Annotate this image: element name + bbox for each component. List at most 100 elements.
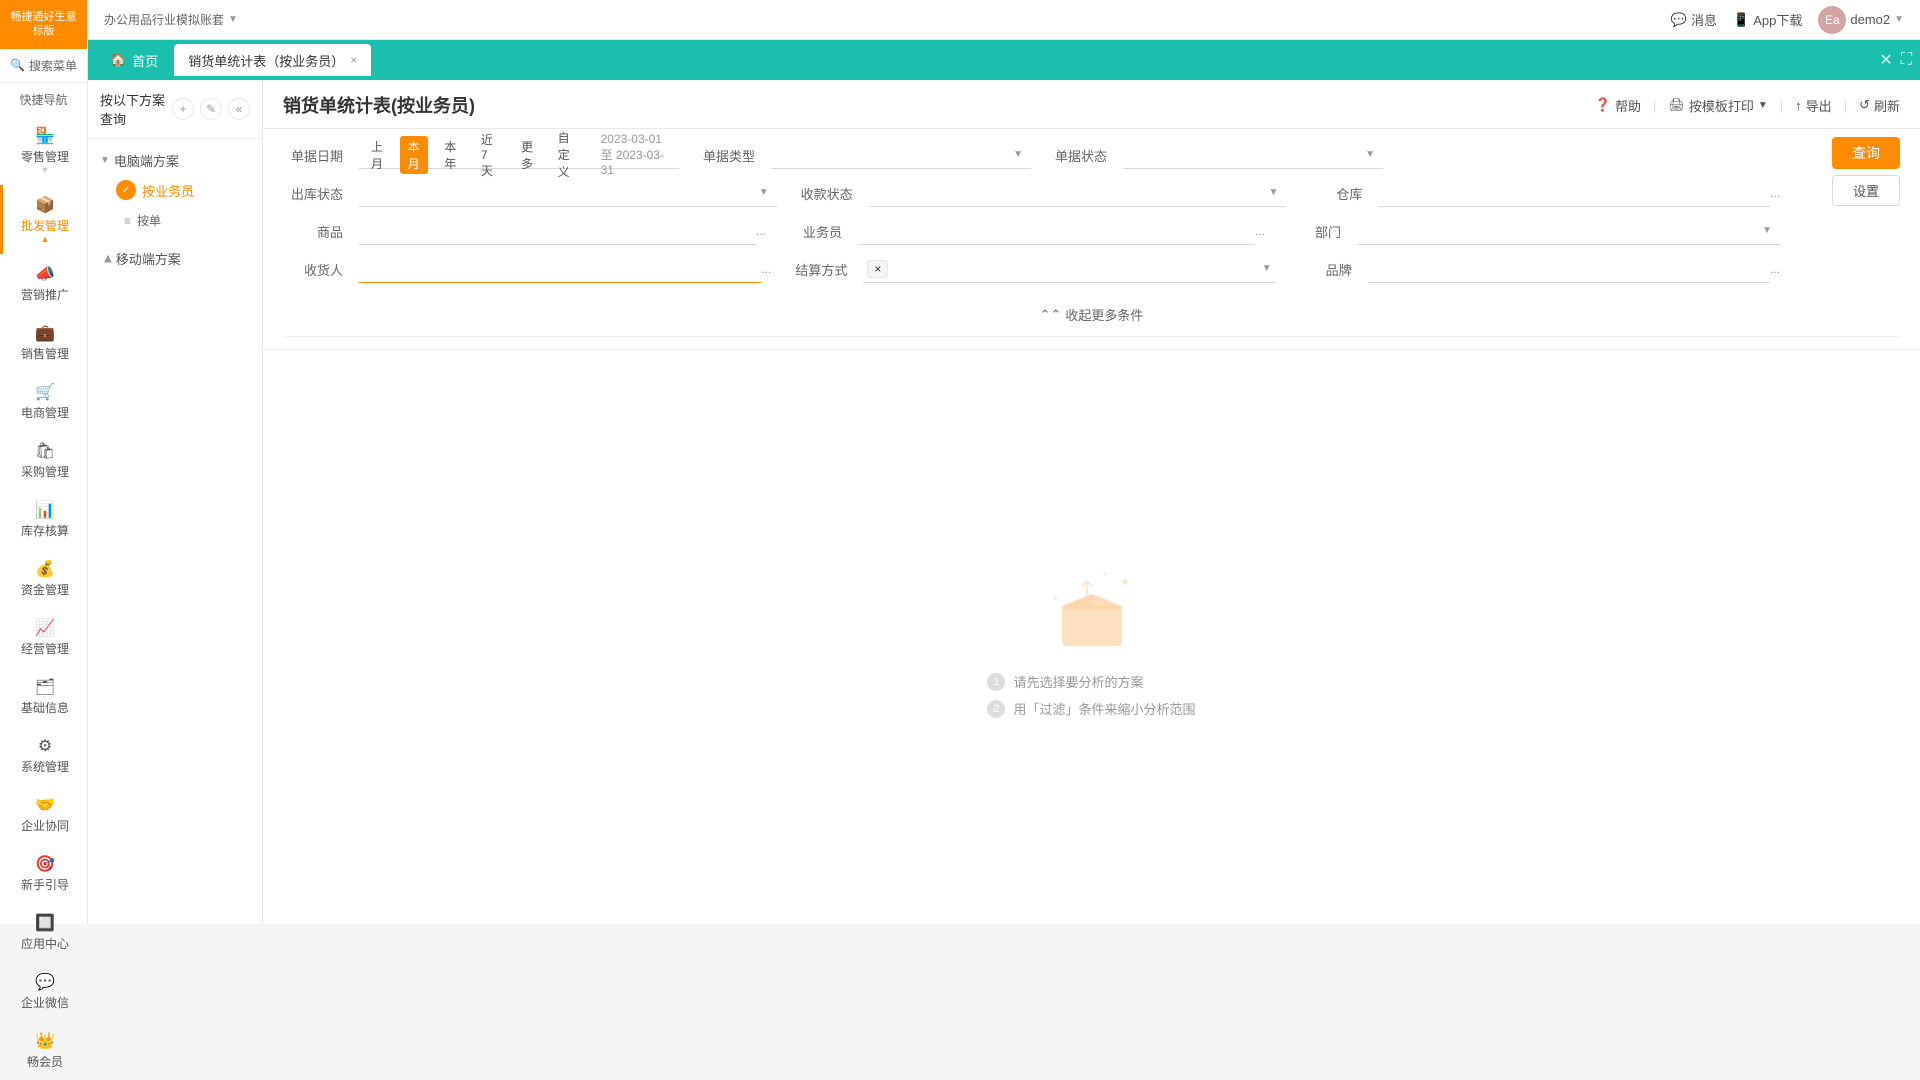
sidebar-item-label: 畅会员 — [27, 1053, 63, 1070]
export-icon: ↑ — [1795, 98, 1802, 113]
edit-scheme-button[interactable]: ✎ — [200, 98, 222, 120]
chevron-down-icon: ▼ — [41, 165, 50, 175]
message-button[interactable]: 💬 消息 — [1671, 10, 1717, 29]
sidebar-item-enterprise[interactable]: 🤝 企业协同 — [0, 785, 87, 844]
sidebar-item-basic[interactable]: 🗂 基础信息 — [0, 667, 87, 726]
tab-maximize-button[interactable]: ⛶ — [1901, 51, 1912, 69]
sales-icon: 💼 — [35, 323, 55, 343]
doc-type-dropdown[interactable]: ▼ — [771, 141, 1031, 169]
receiver-input[interactable] — [359, 255, 761, 283]
filter-row-1: 单据日期 上月 本月 本年 近7天 更多 自定义 2023-03-01 至 20… — [283, 141, 1900, 169]
collapse-icon: ⌃⌃ — [1040, 307, 1062, 323]
chevron-down-icon: ▼ — [1013, 149, 1023, 160]
template-print-button[interactable]: 🖨 按模板打印 ▼ — [1668, 96, 1767, 115]
sidebar-item-retail[interactable]: 🏪 零售管理 ▼ — [0, 116, 87, 185]
finance-icon: 💰 — [35, 559, 55, 579]
chevron-down-icon: ▼ — [1268, 187, 1278, 198]
sidebar-search[interactable]: 🔍 搜索菜单 — [0, 49, 87, 83]
sidebar-item-label: 系统管理 — [21, 758, 69, 775]
receiver-more-icon[interactable]: ... — [761, 262, 771, 276]
collapse-row: ⌃⌃ 收起更多条件 — [283, 293, 1900, 337]
message-icon: 💬 — [1671, 12, 1687, 28]
export-button[interactable]: ↑ 导出 — [1795, 96, 1832, 115]
help-button[interactable]: ❓ 帮助 — [1595, 96, 1641, 115]
mobile-scheme-group[interactable]: ▶ 移动端方案 — [88, 243, 262, 274]
tab-sales-stats[interactable]: 销货单统计表（按业务员） × — [174, 44, 371, 76]
desktop-scheme-group: ▼ 电脑端方案 ✓ 按业务员 ≡ 按单 — [88, 139, 262, 243]
tab-close-button[interactable]: × — [350, 53, 357, 67]
app-download-button[interactable]: 📱 App下载 — [1733, 10, 1802, 29]
quick-nav[interactable]: 快捷导航 — [0, 83, 87, 116]
date-btn-custom[interactable]: 自定义 — [550, 127, 585, 182]
sidebar-item-operations[interactable]: 📈 经营管理 — [0, 608, 87, 667]
chevron-down-icon: ▼ — [1758, 100, 1768, 111]
doc-status-dropdown[interactable]: ▼ — [1123, 141, 1383, 169]
template-print-label: 按模板打印 — [1689, 96, 1754, 115]
collapse-button[interactable]: ⌃⌃ 收起更多条件 — [1028, 301, 1156, 328]
scheme-by-order[interactable]: ≡ 按单 — [88, 206, 262, 235]
product-input[interactable] — [359, 217, 756, 245]
sidebar-item-wholesale[interactable]: 📦 批发管理 ▲ — [0, 185, 87, 254]
date-btn-last-month[interactable]: 上月 — [363, 136, 392, 174]
receiver-label: 收货人 — [283, 260, 343, 279]
warehouse-input[interactable] — [1378, 179, 1770, 207]
date-btn-this-month[interactable]: 本月 — [400, 136, 429, 174]
sidebar-item-finance[interactable]: 💰 资金管理 — [0, 549, 87, 608]
search-icon: 🔍 — [10, 58, 25, 72]
purchase-icon: 🛍 — [35, 441, 55, 461]
refresh-button[interactable]: ↺ 刷新 — [1859, 96, 1900, 115]
left-panel-tools: + ✎ « — [172, 98, 250, 120]
svg-text:✦: ✦ — [1120, 575, 1130, 589]
message-label: 消息 — [1691, 10, 1717, 29]
sidebar-item-appstore[interactable]: 🔲 应用中心 — [0, 903, 87, 962]
salesperson-label: 业务员 — [782, 222, 842, 241]
chevron-down-icon: ▼ — [228, 14, 238, 25]
product-more-icon[interactable]: ... — [756, 224, 766, 238]
user-menu[interactable]: Ea demo2 ▼ — [1818, 6, 1904, 34]
sidebar-item-wechat[interactable]: 💬 企业微信 — [0, 962, 87, 1021]
sidebar-item-inventory[interactable]: 📊 库存核算 — [0, 490, 87, 549]
tab-home[interactable]: 🏠 首页 — [96, 44, 172, 76]
tab-close-all-button[interactable]: ✕ — [1879, 50, 1892, 70]
sidebar-item-ecommerce[interactable]: 🛒 电商管理 — [0, 372, 87, 431]
ecommerce-icon: 🛒 — [35, 382, 55, 402]
query-button[interactable]: 查询 — [1832, 137, 1900, 169]
search-label: 搜索菜单 — [29, 57, 77, 74]
brand-label: 品牌 — [1292, 260, 1352, 279]
add-scheme-button[interactable]: + — [172, 98, 194, 120]
sidebar-item-system[interactable]: ⚙ 系统管理 — [0, 726, 87, 785]
sidebar-item-marketing[interactable]: 📣 营销推广 — [0, 254, 87, 313]
divider1: | — [1653, 98, 1656, 113]
help-icon: ❓ — [1595, 97, 1611, 113]
date-btn-more[interactable]: 更多 — [513, 136, 542, 174]
salesperson-input[interactable] — [858, 217, 1255, 245]
sidebar-item-label: 经营管理 — [21, 640, 69, 657]
collapse-panel-button[interactable]: « — [228, 98, 250, 120]
sidebar-item-label: 采购管理 — [21, 463, 69, 480]
sidebar-item-purchase[interactable]: 🛍 采购管理 — [0, 431, 87, 490]
tab-active-label: 销货单统计表（按业务员） — [188, 51, 344, 70]
chevron-down-icon: ▼ — [1894, 14, 1904, 25]
payment-dropdown[interactable]: ▼ — [869, 179, 1287, 207]
filter-row-3: 商品 ... 业务员 ... 部门 ▼ — [283, 217, 1900, 245]
system-icon: ⚙ — [38, 736, 52, 756]
sidebar-item-label: 应用中心 — [21, 935, 69, 952]
settlement-tag-value: × — [874, 262, 881, 276]
sidebar-item-member[interactable]: 👑 畅会员 — [0, 1021, 87, 1080]
department-dropdown[interactable]: ▼ — [1357, 217, 1780, 245]
settings-button[interactable]: 设置 — [1832, 175, 1900, 206]
brand-input[interactable] — [1368, 255, 1770, 283]
payment-label: 收款状态 — [793, 184, 853, 203]
warehouse-more-icon[interactable]: ... — [1770, 186, 1780, 200]
sidebar-item-label: 电商管理 — [21, 404, 69, 421]
date-btn-last-7days[interactable]: 近7天 — [473, 129, 505, 181]
sidebar-item-newbie[interactable]: 🎯 新手引导 — [0, 844, 87, 903]
scheme-by-salesperson[interactable]: ✓ 按业务员 — [88, 174, 262, 206]
home-icon: 🏠 — [110, 52, 126, 68]
date-btn-this-year[interactable]: 本年 — [436, 136, 465, 174]
desktop-group-toggle[interactable]: ▼ 电脑端方案 — [88, 147, 262, 174]
salesperson-more-icon[interactable]: ... — [1255, 224, 1265, 238]
brand-more-icon[interactable]: ... — [1770, 262, 1780, 276]
sidebar-item-sales[interactable]: 💼 销售管理 — [0, 313, 87, 372]
outbound-dropdown[interactable]: ▼ — [359, 179, 777, 207]
